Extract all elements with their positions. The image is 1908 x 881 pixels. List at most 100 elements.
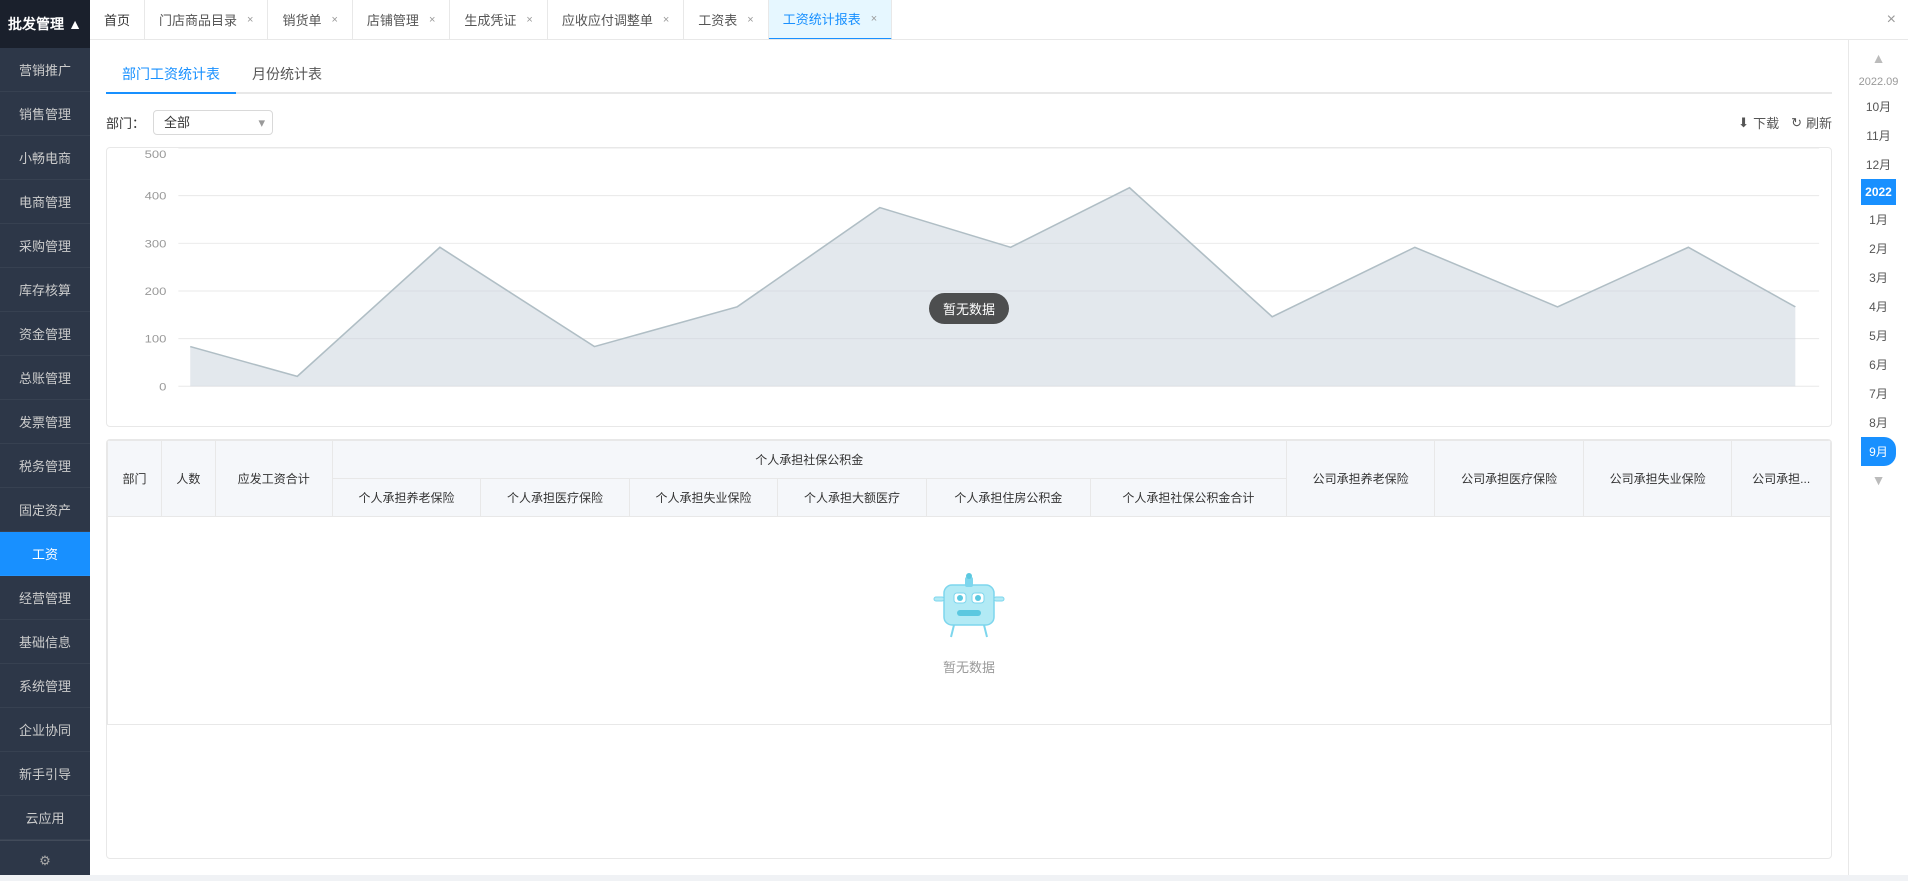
col-personal-social-total: 个人承担社保公积金合计 xyxy=(1091,479,1287,517)
col-company-more: 公司承担... xyxy=(1732,441,1831,517)
sidebar-item-system[interactable]: 系统管理 xyxy=(0,664,90,708)
sidebar-item-purchase[interactable]: 采购管理 xyxy=(0,224,90,268)
content-area: 部门工资统计表 月份统计表 部门： 全部 ⬇ 下载 xyxy=(90,40,1908,875)
svg-text:100: 100 xyxy=(145,333,167,346)
tab-close-salary-report[interactable]: × xyxy=(871,13,877,25)
sidebar: 批发管理 ▲ 营销推广销售管理小畅电商电商管理采购管理库存核算资金管理总账管理发… xyxy=(0,0,90,875)
col-personal-housing: 个人承担住房公积金 xyxy=(926,479,1090,517)
sidebar-header[interactable]: 批发管理 ▲ xyxy=(0,0,90,48)
timeline-item-2022[interactable]: 2022 xyxy=(1861,179,1896,205)
timeline-up-arrow[interactable]: ▲ xyxy=(1872,44,1886,72)
tab-salary-report[interactable]: 工资统计报表× xyxy=(769,0,892,40)
svg-text:300: 300 xyxy=(145,237,167,250)
sidebar-item-cloud[interactable]: 云应用 xyxy=(0,796,90,840)
sidebar-collapse-icon[interactable]: ▲ xyxy=(68,16,82,32)
svg-text:200: 200 xyxy=(145,285,167,298)
sidebar-item-finance[interactable]: 资金管理 xyxy=(0,312,90,356)
timeline-item-2023-8[interactable]: 8月 xyxy=(1861,408,1896,437)
col-personal-medical: 个人承担医疗保险 xyxy=(481,479,630,517)
empty-state: 暂无数据 xyxy=(116,525,1822,716)
timeline-item-2022-11[interactable]: 11月 xyxy=(1861,121,1896,150)
sidebar-item-enterprise[interactable]: 企业协同 xyxy=(0,708,90,752)
download-button[interactable]: ⬇ 下载 xyxy=(1738,113,1779,132)
sidebar-item-ecommerce[interactable]: 电商管理 xyxy=(0,180,90,224)
table-row: 暂无数据 xyxy=(108,517,1831,725)
col-personal-major-medical: 个人承担大额医疗 xyxy=(778,479,927,517)
timeline-item-2023-2[interactable]: 2月 xyxy=(1861,234,1896,263)
svg-text:500: 500 xyxy=(145,148,167,161)
timeline-down-arrow[interactable]: ▼ xyxy=(1872,466,1886,494)
sidebar-item-operations[interactable]: 经营管理 xyxy=(0,576,90,620)
tab-sales-order[interactable]: 销货单× xyxy=(268,0,352,40)
sidebar-item-invoice[interactable]: 发票管理 xyxy=(0,400,90,444)
sidebar-item-ledger[interactable]: 总账管理 xyxy=(0,356,90,400)
col-personal-unemployment: 个人承担失业保险 xyxy=(629,479,778,517)
sidebar-item-basic[interactable]: 基础信息 xyxy=(0,620,90,664)
tab-bar: 首页门店商品目录×销货单×店铺管理×生成凭证×应收应付调整单×工资表×工资统计报… xyxy=(90,0,1908,40)
chart-area-fill xyxy=(190,188,1795,387)
svg-text:0: 0 xyxy=(159,380,167,393)
timeline-year-label: 2022.09 xyxy=(1849,72,1908,92)
timeline-item-2023-5[interactable]: 5月 xyxy=(1861,321,1896,350)
tab-home[interactable]: 首页 xyxy=(90,0,145,40)
tab-close-store-mgmt[interactable]: × xyxy=(429,14,435,26)
tab-bar-close[interactable]: × xyxy=(1875,11,1908,29)
dept-select-wrapper[interactable]: 全部 xyxy=(153,110,273,135)
sidebar-item-inventory[interactable]: 库存核算 xyxy=(0,268,90,312)
dept-label: 部门： xyxy=(106,113,145,132)
tab-close-salary-table[interactable]: × xyxy=(747,14,753,26)
dept-select[interactable]: 全部 xyxy=(153,110,273,135)
tab-close-shop-catalog[interactable]: × xyxy=(247,14,253,26)
col-company-unemployment: 公司承担失业保险 xyxy=(1583,441,1732,517)
col-company-pension: 公司承担养老保险 xyxy=(1286,441,1435,517)
sidebar-item-assets[interactable]: 固定资产 xyxy=(0,488,90,532)
tab-close-sales-order[interactable]: × xyxy=(331,14,337,26)
timeline-item-2023-4[interactable]: 4月 xyxy=(1861,292,1896,321)
sidebar-item-guide[interactable]: 新手引导 xyxy=(0,752,90,796)
toolbar-right: ⬇ 下载 ↻ 刷新 xyxy=(1738,113,1832,132)
tab-close-ar-ap[interactable]: × xyxy=(663,14,669,26)
empty-icon xyxy=(929,565,1009,645)
col-personal-pension: 个人承担养老保险 xyxy=(332,479,481,517)
chart-no-data: 暂无数据 xyxy=(929,293,1009,324)
sub-tab-dept[interactable]: 部门工资统计表 xyxy=(106,56,236,94)
sub-tab-month[interactable]: 月份统计表 xyxy=(236,56,338,94)
sidebar-item-tax[interactable]: 税务管理 xyxy=(0,444,90,488)
table-container[interactable]: 部门 人数 应发工资合计 个人承担社保公积金 公司承担养老保险 公司承担医疗保险… xyxy=(106,439,1832,859)
tab-close-voucher[interactable]: × xyxy=(526,14,532,26)
timeline-item-2023-3[interactable]: 3月 xyxy=(1861,263,1896,292)
sidebar-item-salary[interactable]: 工资 xyxy=(0,532,90,576)
timeline-item-2023-9[interactable]: 9月 xyxy=(1861,437,1896,466)
timeline-item-2022-10[interactable]: 10月 xyxy=(1861,92,1896,121)
page-content: 部门工资统计表 月份统计表 部门： 全部 ⬇ 下载 xyxy=(90,40,1848,875)
download-icon: ⬇ xyxy=(1738,115,1749,131)
refresh-button[interactable]: ↻ 刷新 xyxy=(1791,113,1832,132)
chart-area: 0 100 200 300 400 500 暂无数据 xyxy=(106,147,1832,427)
sidebar-item-marketing[interactable]: 营销推广 xyxy=(0,48,90,92)
sidebar-item-sales[interactable]: 销售管理 xyxy=(0,92,90,136)
refresh-icon: ↻ xyxy=(1791,115,1802,131)
svg-text:400: 400 xyxy=(145,190,167,203)
timeline-item-2022-12[interactable]: 12月 xyxy=(1861,150,1896,179)
chart-svg: 0 100 200 300 400 500 xyxy=(107,148,1831,426)
empty-text: 暂无数据 xyxy=(943,657,995,676)
col-company-medical: 公司承担医疗保险 xyxy=(1435,441,1584,517)
refresh-label: 刷新 xyxy=(1806,113,1832,132)
timeline-item-2023-7[interactable]: 7月 xyxy=(1861,379,1896,408)
timeline-panel: ▲ 2022.09 10月11月12月20221月2月3月4月5月6月7月8月9… xyxy=(1848,40,1908,875)
tab-store-mgmt[interactable]: 店铺管理× xyxy=(353,0,450,40)
timeline-item-2023-6[interactable]: 6月 xyxy=(1861,350,1896,379)
sub-tabs: 部门工资统计表 月份统计表 xyxy=(106,56,1832,94)
data-table: 部门 人数 应发工资合计 个人承担社保公积金 公司承担养老保险 公司承担医疗保险… xyxy=(107,440,1831,725)
col-group-personal: 个人承担社保公积金 xyxy=(332,441,1286,479)
tab-ar-ap[interactable]: 应收应付调整单× xyxy=(548,0,684,40)
settings-icon: ⚙ xyxy=(39,853,51,868)
toolbar: 部门： 全部 ⬇ 下载 ↻ 刷新 xyxy=(106,110,1832,135)
tab-salary-table[interactable]: 工资表× xyxy=(684,0,768,40)
sidebar-title: 批发管理 xyxy=(8,14,64,34)
timeline-item-2023-1[interactable]: 1月 xyxy=(1861,205,1896,234)
tab-shop-catalog[interactable]: 门店商品目录× xyxy=(145,0,268,40)
tab-voucher[interactable]: 生成凭证× xyxy=(450,0,547,40)
download-label: 下载 xyxy=(1753,113,1779,132)
sidebar-item-mini-shop[interactable]: 小畅电商 xyxy=(0,136,90,180)
